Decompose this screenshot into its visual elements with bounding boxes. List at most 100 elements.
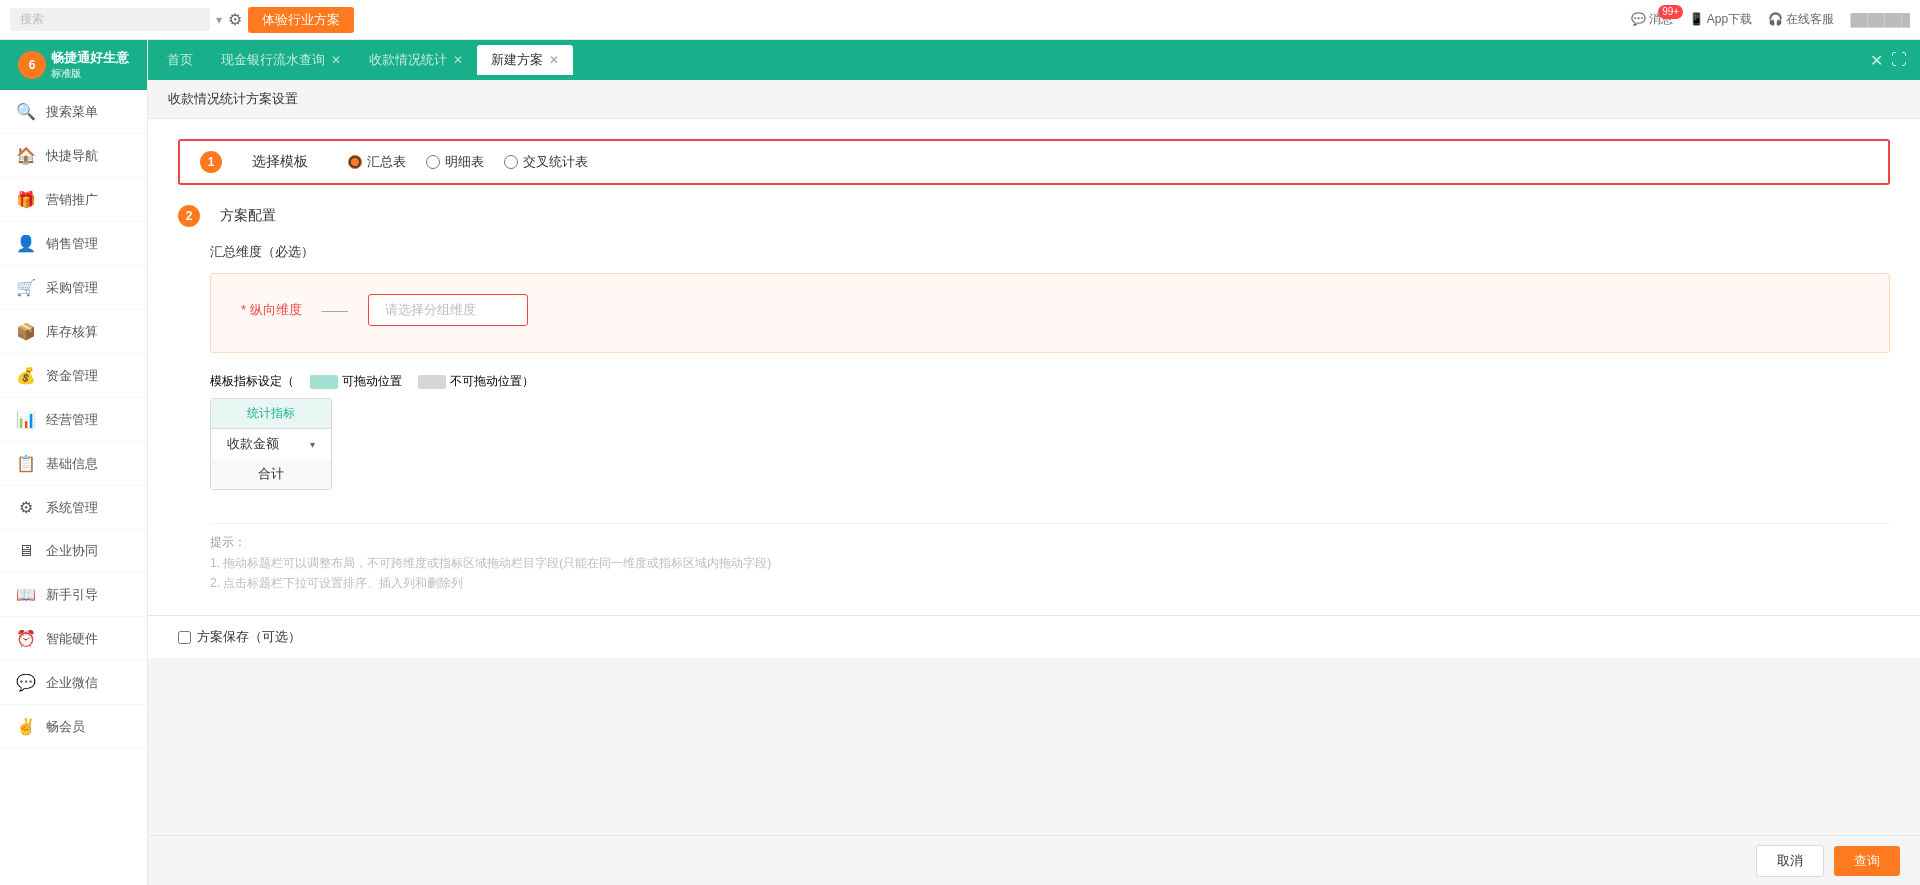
- save-area: 方案保存（可选）: [148, 615, 1920, 658]
- vertical-dimension-label: 纵向维度: [241, 301, 302, 319]
- save-checkbox[interactable]: [178, 631, 191, 644]
- sidebar-item-system[interactable]: ⚙ 系统管理: [0, 486, 147, 530]
- query-button[interactable]: 查询: [1834, 846, 1900, 876]
- sidebar-item-member[interactable]: ✌ 畅会员: [0, 705, 147, 749]
- breadcrumb: 收款情况统计方案设置: [148, 80, 1920, 119]
- content-area: 首页 现金银行流水查询 ✕ 收款情况统计 ✕ 新建方案 ✕ ✕ ⛶ 收: [148, 40, 1920, 885]
- sidebar-item-label: 快捷导航: [46, 147, 98, 165]
- sidebar-item-operation[interactable]: 📊 经营管理: [0, 398, 147, 442]
- sidebar-item-purchase[interactable]: 🛒 采购管理: [0, 266, 147, 310]
- sidebar-item-basic-info[interactable]: 📋 基础信息: [0, 442, 147, 486]
- nodrag-indicator: [418, 375, 446, 389]
- guide-icon: 📖: [16, 585, 36, 604]
- enterprise-icon: 🖥: [16, 542, 36, 560]
- dropdown-arrow-icon[interactable]: ▾: [216, 13, 222, 27]
- draggable-label: 可拖动位置: [342, 373, 402, 390]
- sidebar-item-sales[interactable]: 👤 销售管理: [0, 222, 147, 266]
- purchase-icon: 🛒: [16, 278, 36, 297]
- logo-icon: 6: [18, 51, 46, 79]
- tab-close-all-icon[interactable]: ✕: [1870, 51, 1883, 70]
- radio-detail-input[interactable]: [426, 155, 440, 169]
- draggable-indicator: [310, 375, 338, 389]
- quick-nav-icon: 🏠: [16, 146, 36, 165]
- sidebar-item-enterprise[interactable]: 🖥 企业协同: [0, 530, 147, 573]
- metrics-cell-total: 合计: [211, 459, 331, 489]
- save-checkbox-row[interactable]: 方案保存（可选）: [178, 628, 1890, 646]
- top-header: 搜索 ▾ ⚙ 体验行业方案 💬 消息 99+ 📱 App下载 🎧 在线客服 ██…: [0, 0, 1920, 40]
- metric-dropdown-icon[interactable]: ▾: [310, 439, 315, 450]
- gear-icon[interactable]: ⚙: [228, 10, 242, 29]
- inventory-icon: 📦: [16, 322, 36, 341]
- app-download-area[interactable]: 📱 App下载: [1689, 11, 1752, 28]
- tab-bank-flow-close-icon[interactable]: ✕: [331, 53, 341, 67]
- tab-new-plan-close-icon[interactable]: ✕: [549, 53, 559, 67]
- radio-detail[interactable]: 明细表: [426, 153, 484, 171]
- metric-amount-label: 收款金额: [227, 435, 279, 453]
- sidebar-item-finance[interactable]: 💰 资金管理: [0, 354, 147, 398]
- message-area[interactable]: 💬 消息 99+: [1631, 11, 1673, 28]
- sidebar-logo: 6 畅捷通好生意 标准版: [0, 40, 147, 90]
- tab-collection-stat-close-icon[interactable]: ✕: [453, 53, 463, 67]
- tab-home[interactable]: 首页: [153, 45, 207, 75]
- radio-summary-input[interactable]: [348, 155, 362, 169]
- metrics-cell-amount[interactable]: 收款金额 ▾: [211, 429, 331, 459]
- sidebar-item-quick-nav[interactable]: 🏠 快捷导航: [0, 134, 147, 178]
- header-right: 💬 消息 99+ 📱 App下载 🎧 在线客服 ███████: [1631, 11, 1910, 28]
- dimension-select[interactable]: 请选择分组维度: [368, 294, 528, 326]
- radio-cross-input[interactable]: [504, 155, 518, 169]
- wechat-icon: 💬: [16, 673, 36, 692]
- sidebar-item-marketing[interactable]: 🎁 营销推广: [0, 178, 147, 222]
- metrics-legend: 模板指标设定（ 可拖动位置 不可拖动位置）: [210, 373, 1890, 390]
- page-content: 收款情况统计方案设置 1 选择模板 汇总表 明细表: [148, 80, 1920, 835]
- sidebar-item-label: 基础信息: [46, 455, 98, 473]
- sidebar-item-inventory[interactable]: 📦 库存核算: [0, 310, 147, 354]
- search-placeholder: 搜索: [20, 12, 44, 26]
- tips-item-1: 1. 拖动标题栏可以调整布局，不可跨维度或指标区域拖动栏目字段(只能在同一维度或…: [210, 555, 1890, 572]
- step2-badge: 2: [178, 205, 200, 227]
- metrics-table-header: 统计指标: [211, 399, 331, 429]
- trial-button[interactable]: 体验行业方案: [248, 7, 354, 33]
- tips-title: 提示：: [210, 534, 1890, 551]
- dimension-area: 纵向维度 —— 请选择分组维度: [210, 273, 1890, 353]
- sidebar: 6 畅捷通好生意 标准版 🔍 搜索菜单 🏠 快捷导航 🎁 营销推广 👤 销售管理…: [0, 40, 148, 885]
- search-bar[interactable]: 搜索: [10, 8, 210, 31]
- tab-bar-actions: ✕ ⛶: [1870, 51, 1915, 70]
- tab-new-plan[interactable]: 新建方案 ✕: [477, 45, 573, 75]
- sidebar-item-label: 企业协同: [46, 542, 98, 560]
- tab-home-label: 首页: [167, 51, 193, 69]
- cancel-button[interactable]: 取消: [1756, 845, 1824, 877]
- tab-collection-stat[interactable]: 收款情况统计 ✕: [355, 45, 477, 75]
- marketing-icon: 🎁: [16, 190, 36, 209]
- sidebar-item-label: 库存核算: [46, 323, 98, 341]
- finance-icon: 💰: [16, 366, 36, 385]
- tab-bank-flow-label: 现金银行流水查询: [221, 51, 325, 69]
- user-area[interactable]: ███████: [1850, 13, 1910, 27]
- radio-summary[interactable]: 汇总表: [348, 153, 406, 171]
- footer-bar: 取消 查询: [148, 835, 1920, 885]
- dimension-section-label: 汇总维度（必选）: [210, 243, 1890, 261]
- tab-expand-icon[interactable]: ⛶: [1891, 51, 1907, 69]
- step1-badge: 1: [200, 151, 222, 173]
- operation-icon: 📊: [16, 410, 36, 429]
- sidebar-item-wechat[interactable]: 💬 企业微信: [0, 661, 147, 705]
- radio-cross-label: 交叉统计表: [523, 153, 588, 171]
- sidebar-item-guide[interactable]: 📖 新手引导: [0, 573, 147, 617]
- sidebar-item-label: 企业微信: [46, 674, 98, 692]
- metrics-section: 模板指标设定（ 可拖动位置 不可拖动位置）: [210, 373, 1890, 592]
- radio-cross[interactable]: 交叉统计表: [504, 153, 588, 171]
- sidebar-item-search-menu[interactable]: 🔍 搜索菜单: [0, 90, 147, 134]
- sidebar-item-label: 经营管理: [46, 411, 98, 429]
- dimension-row: 纵向维度 —— 请选择分组维度: [241, 294, 1859, 326]
- app-download-label: App下载: [1707, 12, 1752, 26]
- sidebar-item-label: 畅会员: [46, 718, 85, 736]
- breadcrumb-text: 收款情况统计方案设置: [168, 91, 298, 106]
- tab-bank-flow[interactable]: 现金银行流水查询 ✕: [207, 45, 355, 75]
- sidebar-item-hardware[interactable]: ⏰ 智能硬件: [0, 617, 147, 661]
- sidebar-item-label: 系统管理: [46, 499, 98, 517]
- logo-text: 畅捷通好生意: [51, 49, 129, 67]
- tab-collection-stat-label: 收款情况统计: [369, 51, 447, 69]
- step1-title: 选择模板: [252, 153, 308, 171]
- online-service-area[interactable]: 🎧 在线客服: [1768, 11, 1834, 28]
- user-name: ███████: [1850, 13, 1910, 27]
- sidebar-item-label: 营销推广: [46, 191, 98, 209]
